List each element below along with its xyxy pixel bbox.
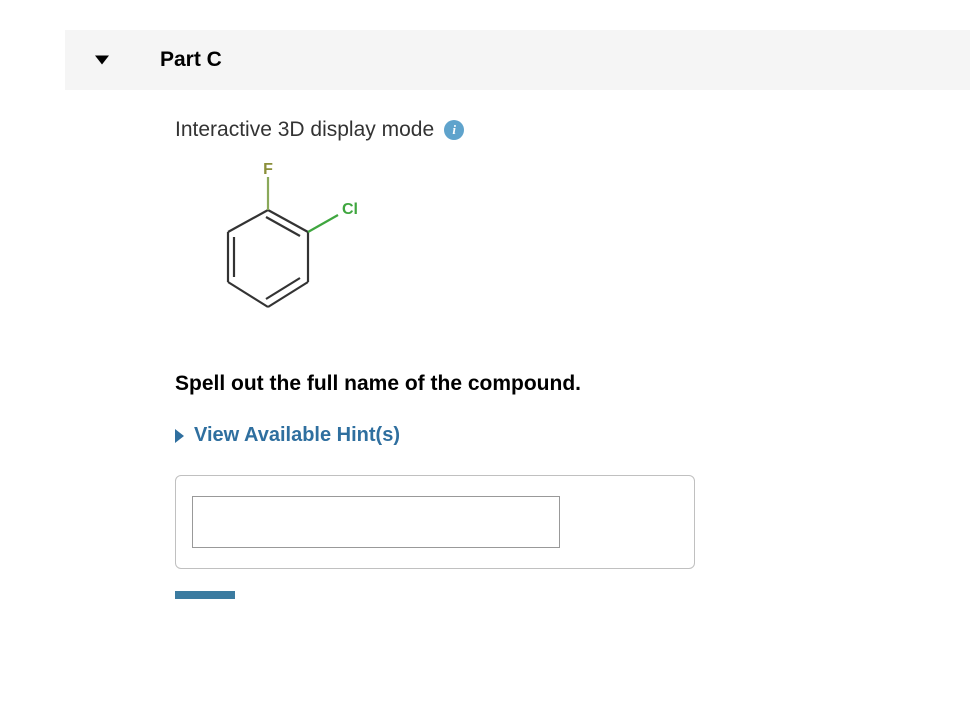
submit-button[interactable]: [175, 591, 235, 599]
chevron-right-icon: [175, 429, 184, 443]
molecule-structure[interactable]: F Cl: [200, 162, 380, 342]
display-mode-label: Interactive 3D display mode: [175, 118, 434, 142]
answer-input[interactable]: [192, 496, 560, 548]
substituent-cl-label: Cl: [342, 201, 358, 218]
substituent-f-label: F: [263, 162, 273, 178]
display-mode-row: Interactive 3D display mode i: [175, 118, 970, 142]
instruction-text: Spell out the full name of the compound.: [175, 372, 970, 396]
info-icon[interactable]: i: [444, 120, 464, 140]
answer-container: [175, 475, 695, 569]
chevron-down-icon: [95, 56, 109, 65]
part-header[interactable]: Part C: [65, 30, 970, 90]
view-hints-toggle[interactable]: View Available Hint(s): [175, 424, 970, 447]
hints-label: View Available Hint(s): [194, 424, 400, 447]
part-title: Part C: [160, 48, 222, 72]
